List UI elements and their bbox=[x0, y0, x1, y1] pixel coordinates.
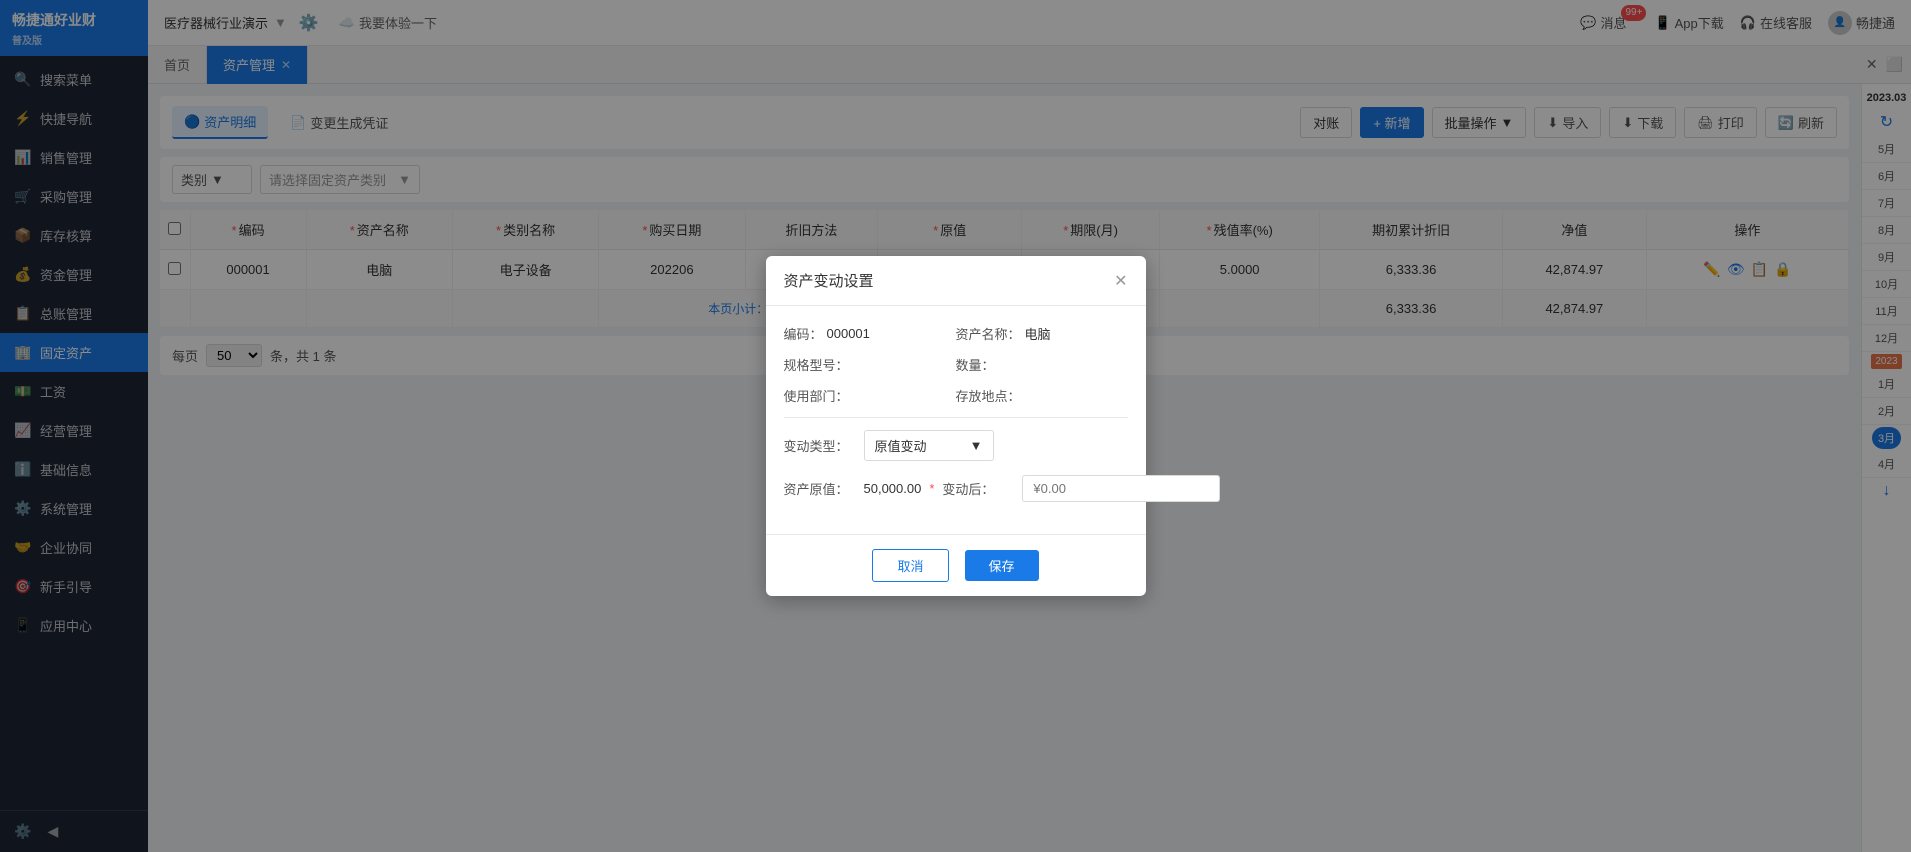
modal-overlay: 资产变动设置 ✕ 编码： 000001 资产名称： 电脑 规格型号： bbox=[0, 0, 1911, 852]
change-type-select[interactable]: 原值变动 ▼ bbox=[864, 430, 994, 461]
modal-code-col: 编码： 000001 bbox=[784, 324, 956, 343]
change-type-label: 变动类型： bbox=[784, 436, 864, 455]
modal-close-icon[interactable]: ✕ bbox=[1114, 271, 1127, 291]
modal-title: 资产变动设置 bbox=[784, 270, 874, 291]
modal-spec-col: 规格型号： bbox=[784, 355, 956, 374]
modal-dept-col: 使用部门： bbox=[784, 386, 956, 405]
modal-info-row-1: 编码： 000001 资产名称： 电脑 bbox=[784, 324, 1128, 343]
asset-change-modal: 资产变动设置 ✕ 编码： 000001 资产名称： 电脑 规格型号： bbox=[766, 256, 1146, 596]
modal-info-row-2: 规格型号： 数量： bbox=[784, 355, 1128, 374]
location-label: 存放地点： bbox=[956, 386, 1021, 405]
modal-quantity-col: 数量： bbox=[956, 355, 1128, 374]
asset-name-label: 资产名称： bbox=[956, 324, 1021, 343]
change-type-value: 原值变动 bbox=[875, 436, 927, 455]
modal-asset-name-col: 资产名称： 电脑 bbox=[956, 324, 1128, 343]
modal-info-row-3: 使用部门： 存放地点： bbox=[784, 386, 1128, 405]
code-value: 000001 bbox=[827, 326, 870, 341]
code-label: 编码： bbox=[784, 324, 823, 343]
modal-header: 资产变动设置 ✕ bbox=[766, 256, 1146, 306]
save-button[interactable]: 保存 bbox=[965, 550, 1039, 581]
required-star: * bbox=[929, 481, 934, 496]
dept-label: 使用部门： bbox=[784, 386, 849, 405]
cancel-button[interactable]: 取消 bbox=[872, 549, 948, 582]
modal-location-col: 存放地点： bbox=[956, 386, 1128, 405]
asset-value: 50,000.00 bbox=[864, 481, 922, 496]
modal-footer: 取消 保存 bbox=[766, 534, 1146, 596]
modal-body: 编码： 000001 资产名称： 电脑 规格型号： 数量： bbox=[766, 306, 1146, 534]
modal-divider bbox=[784, 417, 1128, 418]
after-change-label: 变动后： bbox=[942, 479, 1022, 498]
spec-label: 规格型号： bbox=[784, 355, 849, 374]
modal-change-type-row: 变动类型： 原值变动 ▼ bbox=[784, 430, 1128, 461]
quantity-label: 数量： bbox=[956, 355, 995, 374]
asset-value-label: 资产原值： bbox=[784, 479, 864, 498]
after-change-input[interactable] bbox=[1022, 475, 1220, 502]
asset-name-value: 电脑 bbox=[1025, 324, 1051, 343]
change-type-arrow-icon: ▼ bbox=[970, 438, 983, 453]
modal-value-row: 资产原值： 50,000.00 * 变动后： bbox=[784, 475, 1128, 502]
